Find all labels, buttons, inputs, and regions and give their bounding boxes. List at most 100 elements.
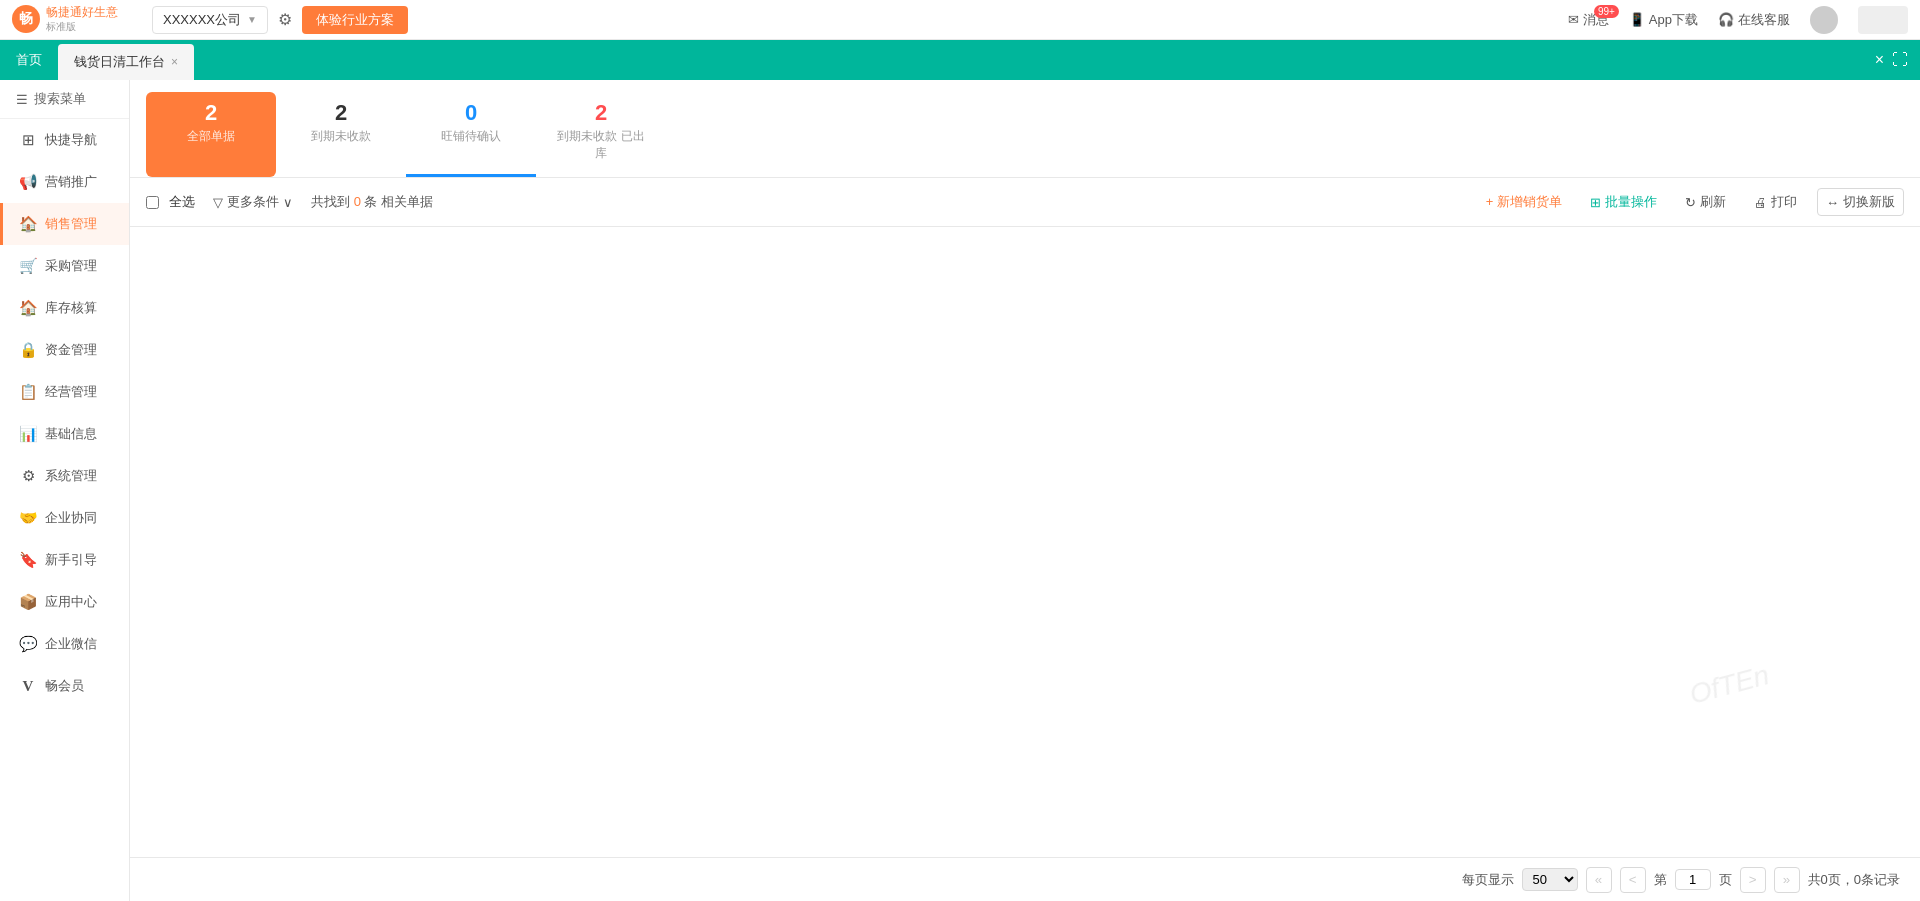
- stat-card-overdue-unpaid[interactable]: 2 到期未收款: [276, 92, 406, 177]
- print-btn[interactable]: 🖨 打印: [1746, 189, 1805, 215]
- sidebar-item-inventory[interactable]: 🏠 库存核算: [0, 287, 129, 329]
- sidebar-label-marketing: 营销推广: [45, 173, 97, 191]
- logo-badge: 标准版: [46, 20, 118, 34]
- sidebar-item-marketing[interactable]: 📢 营销推广: [0, 161, 129, 203]
- tab-bar-controls: × ⛶: [1875, 51, 1920, 69]
- tab-active[interactable]: 钱货日清工作台 ×: [58, 44, 194, 80]
- print-icon: 🖨: [1754, 195, 1767, 210]
- switch-new-btn[interactable]: ↔ 切换新版: [1817, 188, 1904, 216]
- sidebar-label-basic-info: 基础信息: [45, 425, 97, 443]
- select-all-checkbox[interactable]: [146, 196, 159, 209]
- marketing-icon: 📢: [19, 173, 37, 191]
- per-page-select[interactable]: 20 50 100: [1522, 868, 1578, 891]
- sidebar-label-inventory: 库存核算: [45, 299, 97, 317]
- sidebar-item-quick-nav[interactable]: ⊞ 快捷导航: [0, 119, 129, 161]
- more-filter-label: 更多条件: [227, 193, 279, 211]
- stat-label-all: 全部单据: [162, 128, 260, 145]
- sidebar-label-quick-nav: 快捷导航: [45, 131, 97, 149]
- message-item[interactable]: ✉ 消息 99+: [1568, 11, 1609, 29]
- switch-icon: ↔: [1826, 195, 1839, 210]
- page-input[interactable]: [1675, 869, 1711, 890]
- beginner-icon: 🔖: [19, 551, 37, 569]
- header-right: ✉ 消息 99+ 📱 App下载 🎧 在线客服: [1568, 6, 1908, 34]
- more-filter-btn[interactable]: ▽ 更多条件 ∨: [205, 189, 301, 215]
- sidebar-item-enterprise-wx[interactable]: 💬 企业微信: [0, 623, 129, 665]
- sidebar-item-system[interactable]: ⚙ 系统管理: [0, 455, 129, 497]
- stat-label-overdue-unshipped: 到期未收款 已出库: [552, 128, 650, 162]
- sidebar-item-enterprise-coop[interactable]: 🤝 企业协同: [0, 497, 129, 539]
- page-label-end: 页: [1719, 871, 1732, 889]
- purchase-icon: 🛒: [19, 257, 37, 275]
- member-icon: V: [19, 678, 37, 695]
- sidebar-label-sales: 销售管理: [45, 215, 97, 233]
- page-label: 第: [1654, 871, 1667, 889]
- stat-number-overdue-unpaid: 2: [292, 100, 390, 126]
- finance-icon: 🔒: [19, 341, 37, 359]
- user-name: [1858, 6, 1908, 34]
- sidebar-label-app-center: 应用中心: [45, 593, 97, 611]
- sidebar-item-beginner[interactable]: 🔖 新手引导: [0, 539, 129, 581]
- basic-info-icon: 📊: [19, 425, 37, 443]
- sidebar-item-basic-info[interactable]: 📊 基础信息: [0, 413, 129, 455]
- stat-card-all[interactable]: 2 全部单据: [146, 92, 276, 177]
- first-page-btn[interactable]: «: [1586, 867, 1612, 893]
- close-tab-icon[interactable]: ×: [171, 55, 178, 69]
- batch-op-icon: ⊞: [1590, 195, 1601, 210]
- settings-icon[interactable]: ⚙: [278, 10, 292, 29]
- maximize-icon[interactable]: ⛶: [1892, 51, 1908, 69]
- table-area: [130, 227, 1920, 857]
- select-all-label: 全选: [169, 193, 195, 211]
- company-selector[interactable]: XXXXXX公司 ▼: [152, 6, 268, 34]
- total-info: 共0页，0条记录: [1808, 871, 1900, 889]
- add-sale-order-btn[interactable]: + 新增销货单: [1478, 189, 1570, 215]
- sidebar-label-purchase: 采购管理: [45, 257, 97, 275]
- search-menu[interactable]: ☰ 搜索菜单: [0, 80, 129, 119]
- pagination-bar: 每页显示 20 50 100 « < 第 页 > » 共0页，0条记录: [130, 857, 1920, 901]
- minimize-icon[interactable]: ×: [1875, 51, 1884, 69]
- sidebar-item-purchase[interactable]: 🛒 采购管理: [0, 245, 129, 287]
- sidebar-label-beginner: 新手引导: [45, 551, 97, 569]
- last-page-btn[interactable]: »: [1774, 867, 1800, 893]
- batch-op-btn[interactable]: ⊞ 批量操作: [1582, 189, 1665, 215]
- sidebar-label-member: 畅会员: [45, 677, 84, 695]
- found-count: 0: [354, 194, 361, 209]
- enterprise-coop-icon: 🤝: [19, 509, 37, 527]
- quick-nav-icon: ⊞: [19, 131, 37, 149]
- filter-dropdown-icon: ∨: [283, 195, 293, 210]
- message-badge: 99+: [1594, 5, 1619, 18]
- tab-bar: 首页 钱货日清工作台 × × ⛶: [0, 40, 1920, 80]
- stats-row: 2 全部单据 2 到期未收款 0 旺铺待确认 2 到期未收款 已出库: [130, 80, 1920, 178]
- content-area: 2 全部单据 2 到期未收款 0 旺铺待确认 2 到期未收款 已出库 全选: [130, 80, 1920, 901]
- online-service-label: 在线客服: [1738, 11, 1790, 29]
- toolbar-right: + 新增销货单 ⊞ 批量操作 ↻ 刷新 🖨 打印 ↔ 切换新版: [1478, 188, 1904, 216]
- sidebar-label-system: 系统管理: [45, 467, 97, 485]
- next-page-btn[interactable]: >: [1740, 867, 1766, 893]
- dropdown-arrow-icon: ▼: [247, 14, 257, 25]
- sidebar-item-operations[interactable]: 📋 经营管理: [0, 371, 129, 413]
- online-service-item[interactable]: 🎧 在线客服: [1718, 11, 1790, 29]
- stat-card-wangpu[interactable]: 0 旺铺待确认: [406, 92, 536, 177]
- stat-number-wangpu: 0: [422, 100, 520, 126]
- sidebar-label-enterprise-wx: 企业微信: [45, 635, 97, 653]
- logo-area: 畅 畅捷通好生意 标准版: [12, 5, 142, 33]
- refresh-icon: ↻: [1685, 195, 1696, 210]
- sidebar-item-finance[interactable]: 🔒 资金管理: [0, 329, 129, 371]
- app-download-item[interactable]: 📱 App下载: [1629, 11, 1698, 29]
- trial-button[interactable]: 体验行业方案: [302, 6, 408, 34]
- message-icon: ✉: [1568, 12, 1579, 27]
- avatar[interactable]: [1810, 6, 1838, 34]
- tab-active-label: 钱货日清工作台: [74, 53, 165, 71]
- stat-card-overdue-unshipped[interactable]: 2 到期未收款 已出库: [536, 92, 666, 177]
- per-page-label: 每页显示: [1462, 871, 1514, 889]
- toolbar: 全选 ▽ 更多条件 ∨ 共找到 0 条 相关单据 + 新增销货单: [130, 178, 1920, 227]
- system-icon: ⚙: [19, 467, 37, 485]
- refresh-btn[interactable]: ↻ 刷新: [1677, 189, 1734, 215]
- sidebar-item-member[interactable]: V 畅会员: [0, 665, 129, 707]
- sidebar-item-app-center[interactable]: 📦 应用中心: [0, 581, 129, 623]
- search-icon: ☰: [16, 92, 28, 107]
- tab-home[interactable]: 首页: [0, 40, 58, 80]
- company-name: XXXXXX公司: [163, 11, 241, 29]
- stat-number-all: 2: [162, 100, 260, 126]
- prev-page-btn[interactable]: <: [1620, 867, 1646, 893]
- sidebar-item-sales[interactable]: 🏠 销售管理: [0, 203, 129, 245]
